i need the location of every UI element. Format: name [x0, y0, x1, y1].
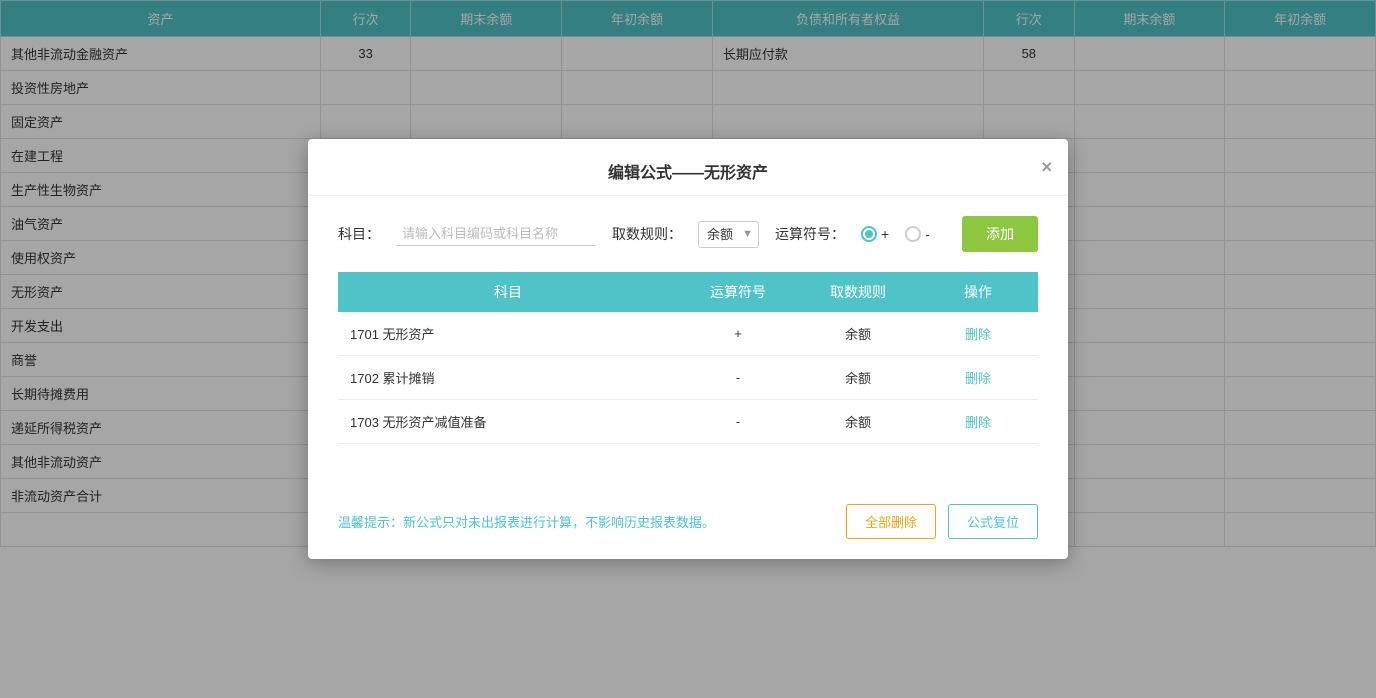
modal-overlay: 编辑公式——无形资产 × 科目： 取数规则： 余额 借方 贷方 ▼ 运算符号：	[0, 0, 1376, 698]
col-header-operator: 运算符号	[678, 272, 798, 312]
formula-row-3: 1703 无形资产减值准备 - 余额 删除	[338, 400, 1038, 444]
rule-label: 取数规则：	[612, 224, 682, 244]
col-header-rule: 取数规则	[798, 272, 918, 312]
row3-action: 删除	[918, 400, 1038, 444]
row2-subject: 1702 累计摊销	[338, 356, 678, 400]
add-button[interactable]: 添加	[962, 216, 1038, 252]
rule-select[interactable]: 余额 借方 贷方	[698, 221, 759, 248]
hint-text: 温馨提示：新公式只对未出报表进行计算，不影响历史报表数据。	[338, 512, 715, 531]
formula-row-2: 1702 累计摊销 - 余额 删除	[338, 356, 1038, 400]
modal-header: 编辑公式——无形资产 ×	[308, 139, 1068, 196]
row1-subject: 1701 无形资产	[338, 312, 678, 356]
formula-table: 科目 运算符号 取数规则 操作 1701 无形资产 + 余额 删除	[338, 272, 1038, 444]
row2-operator: -	[678, 356, 798, 400]
radio-plus-circle	[861, 226, 877, 242]
footer-buttons: 全部删除 公式复位	[846, 504, 1038, 539]
row3-operator: -	[678, 400, 798, 444]
delete-row2-button[interactable]: 删除	[965, 371, 991, 386]
row1-action: 删除	[918, 312, 1038, 356]
subject-input[interactable]	[396, 222, 596, 246]
operator-minus-label: -	[925, 226, 930, 242]
operator-minus-radio[interactable]: -	[905, 226, 930, 242]
modal-title: 编辑公式——无形资产	[608, 165, 768, 182]
operator-plus-radio[interactable]: +	[861, 226, 889, 242]
modal-dialog: 编辑公式——无形资产 × 科目： 取数规则： 余额 借方 贷方 ▼ 运算符号：	[308, 139, 1068, 559]
row1-rule: 余额	[798, 312, 918, 356]
close-button[interactable]: ×	[1041, 158, 1052, 176]
formula-row-1: 1701 无形资产 + 余额 删除	[338, 312, 1038, 356]
operator-radio-group: + -	[861, 226, 930, 242]
modal-body: 科目： 取数规则： 余额 借方 贷方 ▼ 运算符号： +	[308, 196, 1068, 492]
modal-footer: 温馨提示：新公式只对未出报表进行计算，不影响历史报表数据。 全部删除 公式复位	[308, 492, 1068, 559]
subject-label: 科目：	[338, 224, 380, 244]
row2-rule: 余额	[798, 356, 918, 400]
row3-subject: 1703 无形资产减值准备	[338, 400, 678, 444]
col-header-action: 操作	[918, 272, 1038, 312]
row3-rule: 余额	[798, 400, 918, 444]
col-header-subject: 科目	[338, 272, 678, 312]
radio-minus-circle	[905, 226, 921, 242]
operator-label: 运算符号：	[775, 224, 845, 244]
delete-row3-button[interactable]: 删除	[965, 415, 991, 430]
row1-operator: +	[678, 312, 798, 356]
row2-action: 删除	[918, 356, 1038, 400]
reset-formula-button[interactable]: 公式复位	[948, 504, 1038, 539]
delete-all-button[interactable]: 全部删除	[846, 504, 936, 539]
operator-plus-label: +	[881, 226, 889, 242]
delete-row1-button[interactable]: 删除	[965, 327, 991, 342]
rule-select-wrap: 余额 借方 贷方 ▼	[698, 221, 759, 248]
form-row: 科目： 取数规则： 余额 借方 贷方 ▼ 运算符号： +	[338, 216, 1038, 252]
